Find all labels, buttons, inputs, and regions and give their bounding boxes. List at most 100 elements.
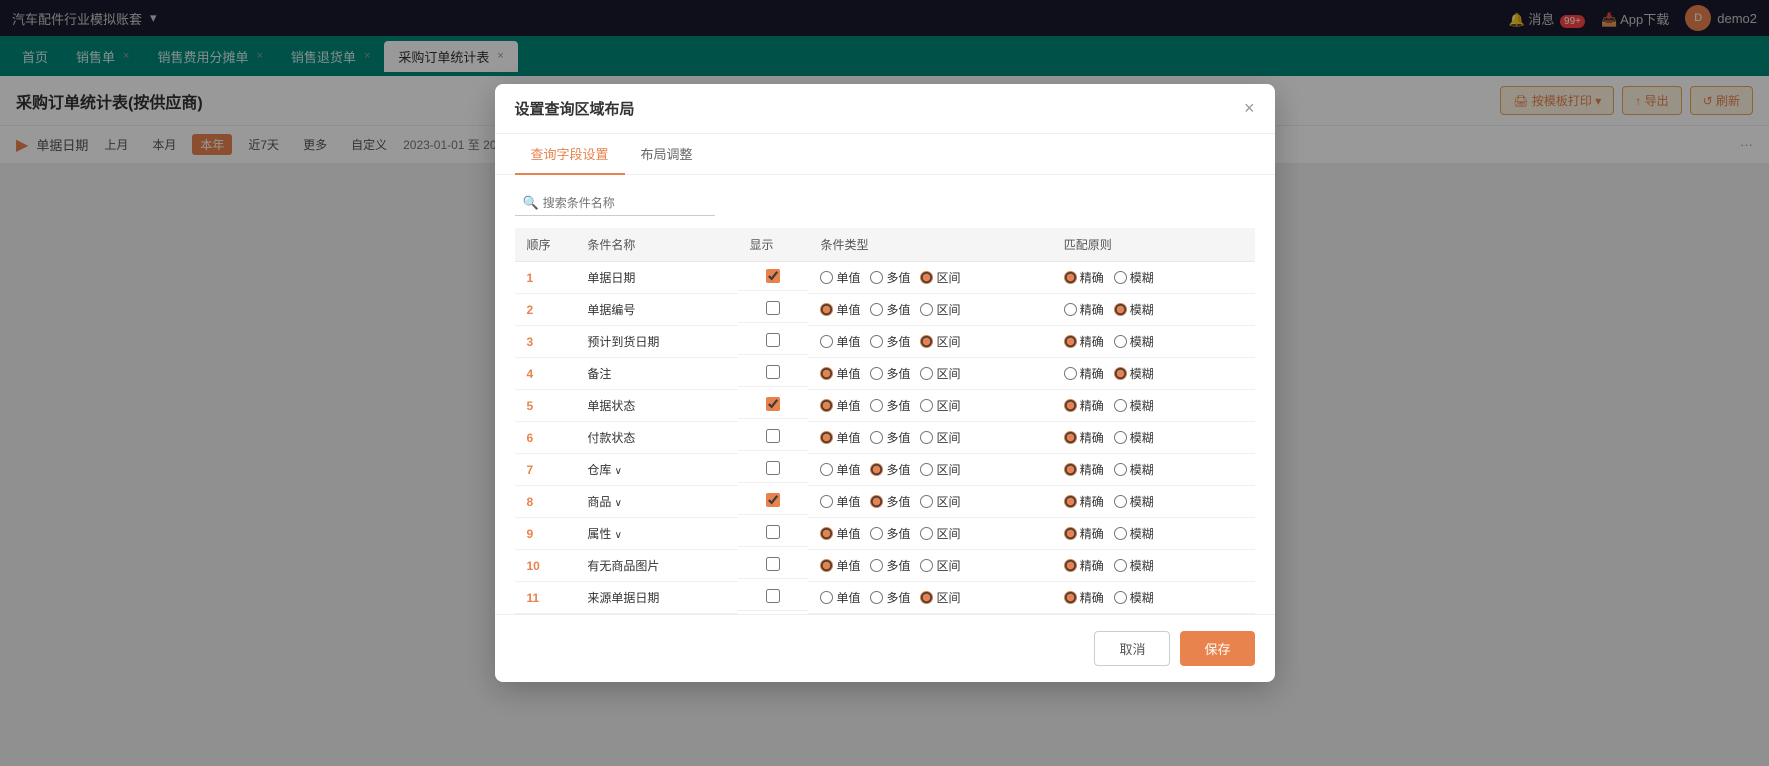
match-radio-模糊[interactable] [1114,495,1127,508]
type-radio-多值[interactable] [870,559,883,572]
match-radio-模糊[interactable] [1114,271,1127,284]
type-radio-区间[interactable] [920,431,933,444]
match-radio-精确[interactable] [1064,367,1077,380]
match-option[interactable]: 模糊 [1114,589,1154,606]
match-radio-模糊[interactable] [1114,303,1127,316]
type-radio-多值[interactable] [870,463,883,476]
display-checkbox[interactable] [766,429,780,443]
type-option[interactable]: 区间 [920,301,960,318]
match-radio-模糊[interactable] [1114,527,1127,540]
match-radio-模糊[interactable] [1114,335,1127,348]
match-option[interactable]: 精确 [1064,525,1104,542]
display-checkbox[interactable] [766,461,780,475]
match-radio-精确[interactable] [1064,495,1077,508]
type-option[interactable]: 单值 [820,397,860,414]
type-option[interactable]: 单值 [820,429,860,446]
match-option[interactable]: 精确 [1064,493,1104,510]
display-checkbox[interactable] [766,269,780,283]
match-option[interactable]: 模糊 [1114,365,1154,382]
match-radio-精确[interactable] [1064,463,1077,476]
save-button[interactable]: 保存 [1180,631,1254,666]
type-option[interactable]: 区间 [920,429,960,446]
type-radio-单值[interactable] [820,367,833,380]
display-checkbox[interactable] [766,525,780,539]
type-radio-区间[interactable] [920,527,933,540]
type-radio-单值[interactable] [820,527,833,540]
match-radio-模糊[interactable] [1114,463,1127,476]
display-checkbox[interactable] [766,333,780,347]
tab-layout-adjust[interactable]: 布局调整 [625,134,709,175]
type-option[interactable]: 多值 [870,269,910,286]
type-radio-单值[interactable] [820,431,833,444]
match-radio-模糊[interactable] [1114,399,1127,412]
match-option[interactable]: 精确 [1064,557,1104,574]
match-option[interactable]: 精确 [1064,269,1104,286]
type-radio-多值[interactable] [870,335,883,348]
search-input[interactable] [543,196,703,210]
type-radio-单值[interactable] [820,399,833,412]
type-option[interactable]: 区间 [920,493,960,510]
type-option[interactable]: 多值 [870,493,910,510]
type-radio-区间[interactable] [920,559,933,572]
match-option[interactable]: 精确 [1064,301,1104,318]
type-option[interactable]: 单值 [820,525,860,542]
type-option[interactable]: 单值 [820,557,860,574]
match-option[interactable]: 模糊 [1114,397,1154,414]
type-radio-单值[interactable] [820,271,833,284]
type-radio-多值[interactable] [870,495,883,508]
type-radio-多值[interactable] [870,303,883,316]
match-radio-精确[interactable] [1064,399,1077,412]
type-option[interactable]: 单值 [820,269,860,286]
match-radio-精确[interactable] [1064,335,1077,348]
match-option[interactable]: 模糊 [1114,557,1154,574]
type-radio-多值[interactable] [870,431,883,444]
match-option[interactable]: 模糊 [1114,333,1154,350]
type-radio-单值[interactable] [820,463,833,476]
type-option[interactable]: 区间 [920,557,960,574]
match-option[interactable]: 精确 [1064,365,1104,382]
type-option[interactable]: 单值 [820,493,860,510]
cancel-button[interactable]: 取消 [1094,631,1170,666]
match-radio-精确[interactable] [1064,431,1077,444]
type-option[interactable]: 区间 [920,589,960,606]
type-option[interactable]: 区间 [920,333,960,350]
type-radio-单值[interactable] [820,495,833,508]
type-radio-单值[interactable] [820,559,833,572]
match-radio-模糊[interactable] [1114,367,1127,380]
type-radio-区间[interactable] [920,399,933,412]
type-option[interactable]: 单值 [820,461,860,478]
type-radio-区间[interactable] [920,335,933,348]
type-radio-区间[interactable] [920,463,933,476]
type-radio-多值[interactable] [870,367,883,380]
type-option[interactable]: 单值 [820,301,860,318]
match-radio-模糊[interactable] [1114,559,1127,572]
match-radio-精确[interactable] [1064,271,1077,284]
type-option[interactable]: 多值 [870,333,910,350]
type-option[interactable]: 多值 [870,301,910,318]
type-radio-区间[interactable] [920,367,933,380]
type-radio-区间[interactable] [920,495,933,508]
match-option[interactable]: 模糊 [1114,525,1154,542]
match-option[interactable]: 模糊 [1114,301,1154,318]
display-checkbox[interactable] [766,589,780,603]
type-option[interactable]: 多值 [870,557,910,574]
match-radio-模糊[interactable] [1114,431,1127,444]
match-radio-精确[interactable] [1064,559,1077,572]
type-option[interactable]: 多值 [870,525,910,542]
match-option[interactable]: 模糊 [1114,429,1154,446]
type-radio-区间[interactable] [920,303,933,316]
type-radio-多值[interactable] [870,271,883,284]
match-radio-精确[interactable] [1064,591,1077,604]
type-option[interactable]: 多值 [870,397,910,414]
display-checkbox[interactable] [766,493,780,507]
match-option[interactable]: 精确 [1064,429,1104,446]
type-radio-区间[interactable] [920,271,933,284]
match-option[interactable]: 模糊 [1114,493,1154,510]
match-option[interactable]: 模糊 [1114,461,1154,478]
match-option[interactable]: 模糊 [1114,269,1154,286]
match-option[interactable]: 精确 [1064,461,1104,478]
match-option[interactable]: 精确 [1064,589,1104,606]
type-radio-单值[interactable] [820,303,833,316]
type-option[interactable]: 单值 [820,589,860,606]
display-checkbox[interactable] [766,557,780,571]
